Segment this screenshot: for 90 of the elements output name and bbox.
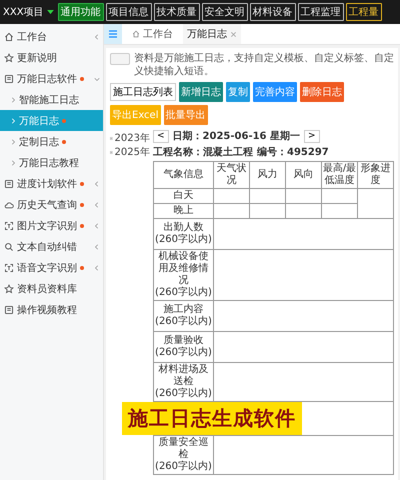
project-name: 工程名称：混凝土工程	[153, 146, 253, 159]
text-area[interactable]	[214, 250, 394, 301]
table-header: 气象信息	[154, 162, 214, 189]
row-label: 质量验收	[164, 335, 204, 346]
book-icon	[4, 74, 14, 84]
row-label: 施工内容	[164, 304, 204, 316]
page-tab[interactable]: 工作台	[128, 24, 177, 44]
log-list-button[interactable]: 施工日志列表	[110, 83, 176, 101]
sidebar-item[interactable]: 定制日志	[0, 131, 103, 152]
menu-button[interactable]	[104, 24, 122, 44]
row-note: (260字以内)	[155, 234, 212, 246]
row-label: 机械设备使用及维修情况	[158, 251, 210, 286]
row-note: (260字以内)	[155, 388, 212, 400]
text-area[interactable]	[214, 301, 394, 332]
nav-tab[interactable]: 项目信息	[106, 3, 152, 21]
nav-tab[interactable]: 安全文明	[202, 3, 248, 21]
cloud-icon	[4, 200, 14, 210]
project-dropdown[interactable]: XXX项目	[3, 5, 54, 19]
expand-icon[interactable]	[110, 134, 113, 142]
expand-icon[interactable]	[110, 148, 113, 156]
row-label: 质量安全巡检	[158, 437, 210, 460]
sidebar-item[interactable]: 万能日志教程	[0, 152, 103, 173]
sidebar-item[interactable]: 智能施工日志	[0, 89, 103, 110]
notice-text: 资料是万能施工日志，支持自定义模板、自定义标签、自定义快捷输入短语。	[134, 52, 394, 78]
sidebar-item[interactable]: 工作台	[0, 26, 103, 47]
close-icon[interactable]	[230, 30, 237, 38]
year-node[interactable]: 2023年	[110, 131, 150, 145]
sidebar-item[interactable]: 更新说明	[0, 47, 103, 68]
chevron-right-icon	[10, 160, 16, 166]
sidebar-item[interactable]: 资料员资料库	[0, 278, 103, 299]
text-area[interactable]	[214, 332, 394, 363]
row-note: (260字以内)	[155, 316, 212, 328]
nav-tab[interactable]: 通用功能	[58, 3, 104, 21]
row-note: (260字以内)	[155, 287, 212, 299]
table-cell: 白天	[154, 189, 214, 204]
sidebar-item[interactable]: 文本自动纠错	[0, 236, 103, 257]
nav-tab[interactable]: 工程量	[346, 3, 382, 21]
search-icon	[4, 242, 14, 252]
sidebar-item[interactable]: 语音文字识别	[0, 257, 103, 278]
row-note: (260字以内)	[155, 347, 212, 359]
sidebar-item[interactable]: 图片文字识别	[0, 215, 103, 236]
star-icon	[4, 284, 14, 294]
home-icon	[4, 32, 14, 42]
book-icon	[4, 304, 14, 314]
star-icon	[4, 52, 14, 62]
table-header: 形象进度	[358, 162, 394, 189]
scan-icon	[4, 262, 14, 272]
table-header: 最高/最低温度	[322, 162, 358, 189]
table-cell[interactable]	[322, 189, 358, 204]
table-cell[interactable]	[250, 189, 286, 204]
chevron-right-icon	[10, 138, 16, 144]
book-icon	[4, 178, 14, 188]
table-cell[interactable]	[250, 204, 286, 219]
row-note: (260字以内)	[155, 461, 212, 473]
text-area[interactable]	[214, 219, 394, 250]
sidebar-item[interactable]: 操作视频教程	[0, 299, 103, 320]
table-cell[interactable]	[286, 189, 322, 204]
scan-icon	[4, 220, 14, 230]
page-tab[interactable]: 万能日志	[183, 24, 241, 44]
number-label: 编号：495297	[257, 146, 329, 159]
table-cell[interactable]	[322, 204, 358, 219]
table-header: 风力	[250, 162, 286, 189]
table-cell[interactable]	[286, 204, 322, 219]
nav-tab[interactable]: 工程监理	[298, 3, 344, 21]
year-node[interactable]: 2025年	[110, 145, 150, 159]
table-header: 天气状况	[214, 162, 250, 189]
text-area[interactable]	[214, 436, 394, 475]
table-cell: 晚上	[154, 204, 214, 219]
chevron-right-icon	[10, 118, 16, 124]
next-button[interactable]: >	[304, 130, 320, 142]
sidebar-item[interactable]: 万能日志软件	[0, 68, 103, 89]
date-label: 日期：2025-06-16 星期一	[172, 130, 300, 143]
table-cell[interactable]	[358, 189, 394, 219]
caption-banner: 施工日志生成软件	[122, 402, 302, 435]
action-button[interactable]: 新增日志	[179, 82, 223, 102]
notice-badge	[110, 53, 130, 65]
caret-down-icon	[46, 10, 54, 14]
table-cell[interactable]	[214, 189, 250, 204]
home-icon	[132, 30, 140, 38]
table-header: 风向	[286, 162, 322, 189]
nav-tab[interactable]: 材料设备	[250, 3, 296, 21]
menu-icon[interactable]	[108, 29, 118, 39]
chevron-right-icon	[10, 96, 16, 102]
sidebar-item[interactable]: 历史天气查询	[0, 194, 103, 215]
table-cell[interactable]	[214, 204, 250, 219]
sidebar-item[interactable]: 进度计划软件	[0, 173, 103, 194]
row-label: 材料进场及送检	[158, 364, 210, 388]
row-label: 出勤人数	[164, 222, 204, 234]
nav-tab[interactable]: 技术质量	[154, 3, 200, 21]
previous-button[interactable]: <	[153, 130, 169, 142]
